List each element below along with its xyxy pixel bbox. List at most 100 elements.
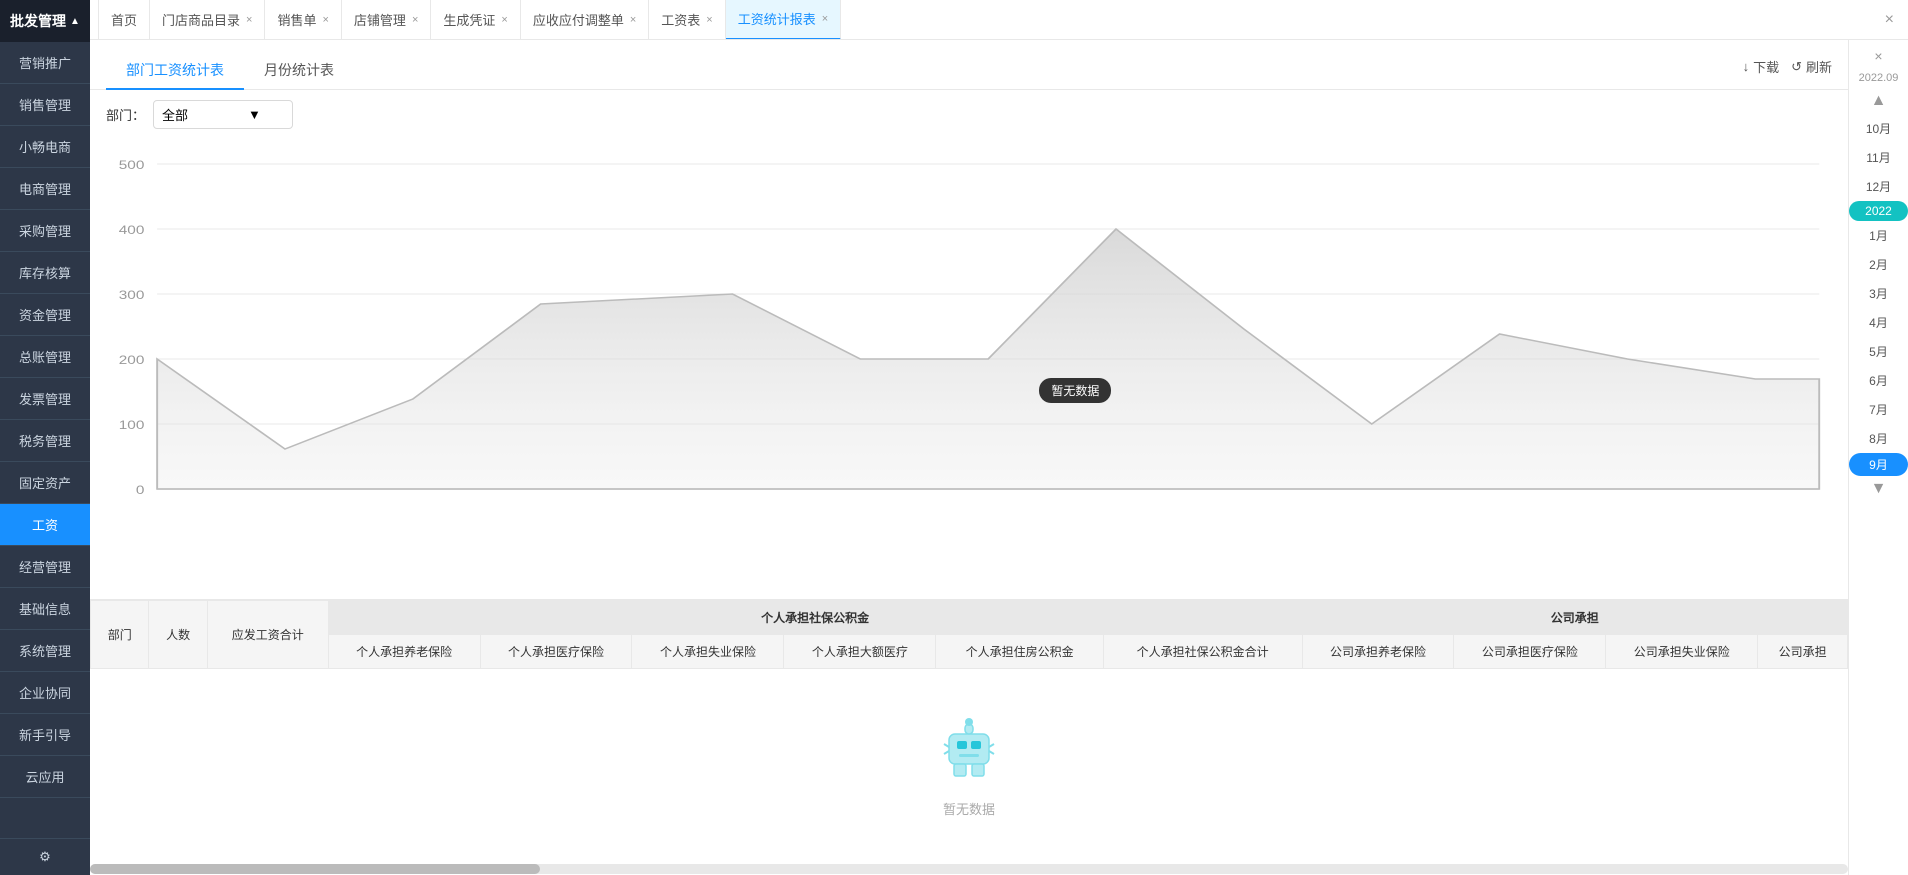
th-total-salary: 应发工资合计 [207, 601, 328, 669]
toolbar: 部门： 全部 ▼ [90, 90, 1848, 139]
sidebar-item-jichu[interactable]: 基础信息 [0, 588, 90, 630]
sidebar-item-shuiwu[interactable]: 税务管理 [0, 420, 90, 462]
close-tab-salary[interactable]: × [706, 14, 712, 26]
sidebar-settings[interactable]: ⚙ [0, 838, 90, 875]
download-icon: ↓ [1743, 59, 1750, 74]
tab-salary-report[interactable]: 工资统计报表 × [726, 0, 841, 40]
timeline-month-2[interactable]: 2月 [1849, 250, 1908, 279]
th-personal-medical: 个人承担医疗保险 [480, 635, 632, 669]
sidebar-item-zijin[interactable]: 资金管理 [0, 294, 90, 336]
dept-label: 部门： [106, 105, 145, 124]
timeline-year-2022-badge[interactable]: 2022 [1849, 201, 1908, 221]
tab-store-catalog[interactable]: 门店商品目录 × [150, 0, 265, 40]
sidebar-item-kucun[interactable]: 库存核算 [0, 252, 90, 294]
tab-sales[interactable]: 销售单 × [265, 0, 341, 40]
empty-robot-icon [929, 709, 1009, 789]
close-tab-adjustment[interactable]: × [630, 14, 636, 26]
dept-select[interactable]: 全部 ▼ [153, 100, 293, 129]
sidebar-arrow: ▲ [70, 16, 80, 27]
content-area: 部门工资统计表 月份统计表 ↓ 下载 ↺ 刷新 部门： 全部 [90, 40, 1908, 875]
svg-text:500: 500 [119, 159, 145, 172]
tab-voucher[interactable]: 生成凭证 × [431, 0, 520, 40]
empty-state: 暂无数据 [90, 669, 1848, 858]
download-label: 下载 [1753, 57, 1779, 76]
close-all-button[interactable]: × [1879, 11, 1900, 29]
timeline-month-1[interactable]: 1月 [1849, 221, 1908, 250]
sidebar-item-xitong[interactable]: 系统管理 [0, 630, 90, 672]
right-timeline-panel: × 2022.09 ▲ 10月 11月 12月 2022 1月 2月 3月 4月… [1848, 40, 1908, 875]
close-tab-voucher[interactable]: × [501, 14, 507, 26]
sidebar-item-yingxiao[interactable]: 营销推广 [0, 42, 90, 84]
th-company-medical: 公司承担医疗保险 [1454, 635, 1606, 669]
download-button[interactable]: ↓ 下载 [1743, 57, 1780, 76]
sidebar-item-zongzhang[interactable]: 总账管理 [0, 336, 90, 378]
svg-text:200: 200 [119, 354, 145, 367]
chart-area: 500 400 300 200 100 0 [90, 139, 1848, 599]
close-tab-sales[interactable]: × [322, 14, 328, 26]
refresh-icon: ↺ [1791, 59, 1802, 75]
sub-tab-month[interactable]: 月份统计表 [244, 52, 354, 90]
tab-home[interactable]: 首页 [98, 0, 150, 40]
timeline-month-12[interactable]: 12月 [1849, 172, 1908, 201]
sidebar-item-fapiao[interactable]: 发票管理 [0, 378, 90, 420]
timeline-month-5[interactable]: 5月 [1849, 337, 1908, 366]
sub-tabs: 部门工资统计表 月份统计表 ↓ 下载 ↺ 刷新 [90, 40, 1848, 90]
close-timeline-icon[interactable]: × [1874, 48, 1882, 64]
th-dept: 部门 [91, 601, 149, 669]
timeline-month-3[interactable]: 3月 [1849, 279, 1908, 308]
th-company-other: 公司承担 [1758, 635, 1848, 669]
gear-icon: ⚙ [39, 849, 51, 864]
svg-text:100: 100 [119, 419, 145, 432]
timeline-month-7[interactable]: 7月 [1849, 395, 1908, 424]
tab-adjustment-label: 应收应付调整单 [533, 10, 624, 29]
th-personal-housing: 个人承担住房公积金 [936, 635, 1104, 669]
sidebar-item-gongzi[interactable]: 工资 [0, 504, 90, 546]
th-count: 人数 [149, 601, 207, 669]
timeline-up-nav[interactable]: ▲ [1867, 88, 1891, 114]
sidebar-item-yunyingyong[interactable]: 云应用 [0, 756, 90, 798]
timeline-2022-label: 2022.09 [1859, 72, 1899, 84]
sidebar-item-gudingzichan[interactable]: 固定资产 [0, 462, 90, 504]
refresh-label: 刷新 [1806, 57, 1832, 76]
tab-store-mgmt[interactable]: 店铺管理 × [342, 0, 431, 40]
refresh-button[interactable]: ↺ 刷新 [1791, 57, 1832, 76]
th-company-social: 公司承担 [1302, 601, 1848, 635]
main-area: 首页 门店商品目录 × 销售单 × 店铺管理 × 生成凭证 × 应收应付调整单 … [90, 0, 1908, 875]
sub-tab-dept[interactable]: 部门工资统计表 [106, 52, 244, 90]
tab-salary[interactable]: 工资表 × [649, 0, 725, 40]
table-wrapper[interactable]: 部门 人数 应发工资合计 个人承担社保公积金 公司承担 个人承担养老保险 个人承… [90, 599, 1848, 875]
timeline-month-8[interactable]: 8月 [1849, 424, 1908, 453]
timeline-month-6[interactable]: 6月 [1849, 366, 1908, 395]
sidebar-item-xiaochang[interactable]: 小畅电商 [0, 126, 90, 168]
sidebar: 批发管理 ▲ 营销推广 销售管理 小畅电商 电商管理 采购管理 库存核算 资金管… [0, 0, 90, 875]
th-personal-unemployment: 个人承担失业保险 [632, 635, 784, 669]
th-personal-total: 个人承担社保公积金合计 [1103, 635, 1302, 669]
th-personal-social: 个人承担社保公积金 [328, 601, 1302, 635]
th-company-unemployment: 公司承担失业保险 [1606, 635, 1758, 669]
horizontal-scrollbar[interactable] [90, 864, 1848, 874]
tab-adjustment[interactable]: 应收应付调整单 × [521, 0, 649, 40]
timeline-month-4[interactable]: 4月 [1849, 308, 1908, 337]
timeline-month-10[interactable]: 10月 [1849, 114, 1908, 143]
close-tab-store-catalog[interactable]: × [246, 14, 252, 26]
sidebar-item-jingying[interactable]: 经营管理 [0, 546, 90, 588]
tabbar: 首页 门店商品目录 × 销售单 × 店铺管理 × 生成凭证 × 应收应付调整单 … [90, 0, 1908, 40]
sidebar-item-dianshangg[interactable]: 电商管理 [0, 168, 90, 210]
sidebar-item-xiaoshou[interactable]: 销售管理 [0, 84, 90, 126]
close-tab-salary-report[interactable]: × [822, 13, 828, 25]
sidebar-item-qiye[interactable]: 企业协同 [0, 672, 90, 714]
svg-text:400: 400 [119, 224, 145, 237]
svg-text:300: 300 [119, 289, 145, 302]
timeline-month-11[interactable]: 11月 [1849, 143, 1908, 172]
sidebar-item-caigou[interactable]: 采购管理 [0, 210, 90, 252]
close-tab-store-mgmt[interactable]: × [412, 14, 418, 26]
timeline-month-9[interactable]: 9月 [1849, 453, 1908, 476]
tab-sales-label: 销售单 [277, 10, 316, 29]
th-personal-big-medical: 个人承担大额医疗 [784, 635, 936, 669]
tab-home-label: 首页 [111, 10, 137, 29]
timeline-down-nav[interactable]: ▼ [1867, 476, 1891, 502]
sidebar-item-xinshou[interactable]: 新手引导 [0, 714, 90, 756]
empty-text: 暂无数据 [943, 799, 995, 818]
sidebar-header[interactable]: 批发管理 ▲ [0, 0, 90, 42]
scrollbar-thumb[interactable] [90, 864, 540, 874]
